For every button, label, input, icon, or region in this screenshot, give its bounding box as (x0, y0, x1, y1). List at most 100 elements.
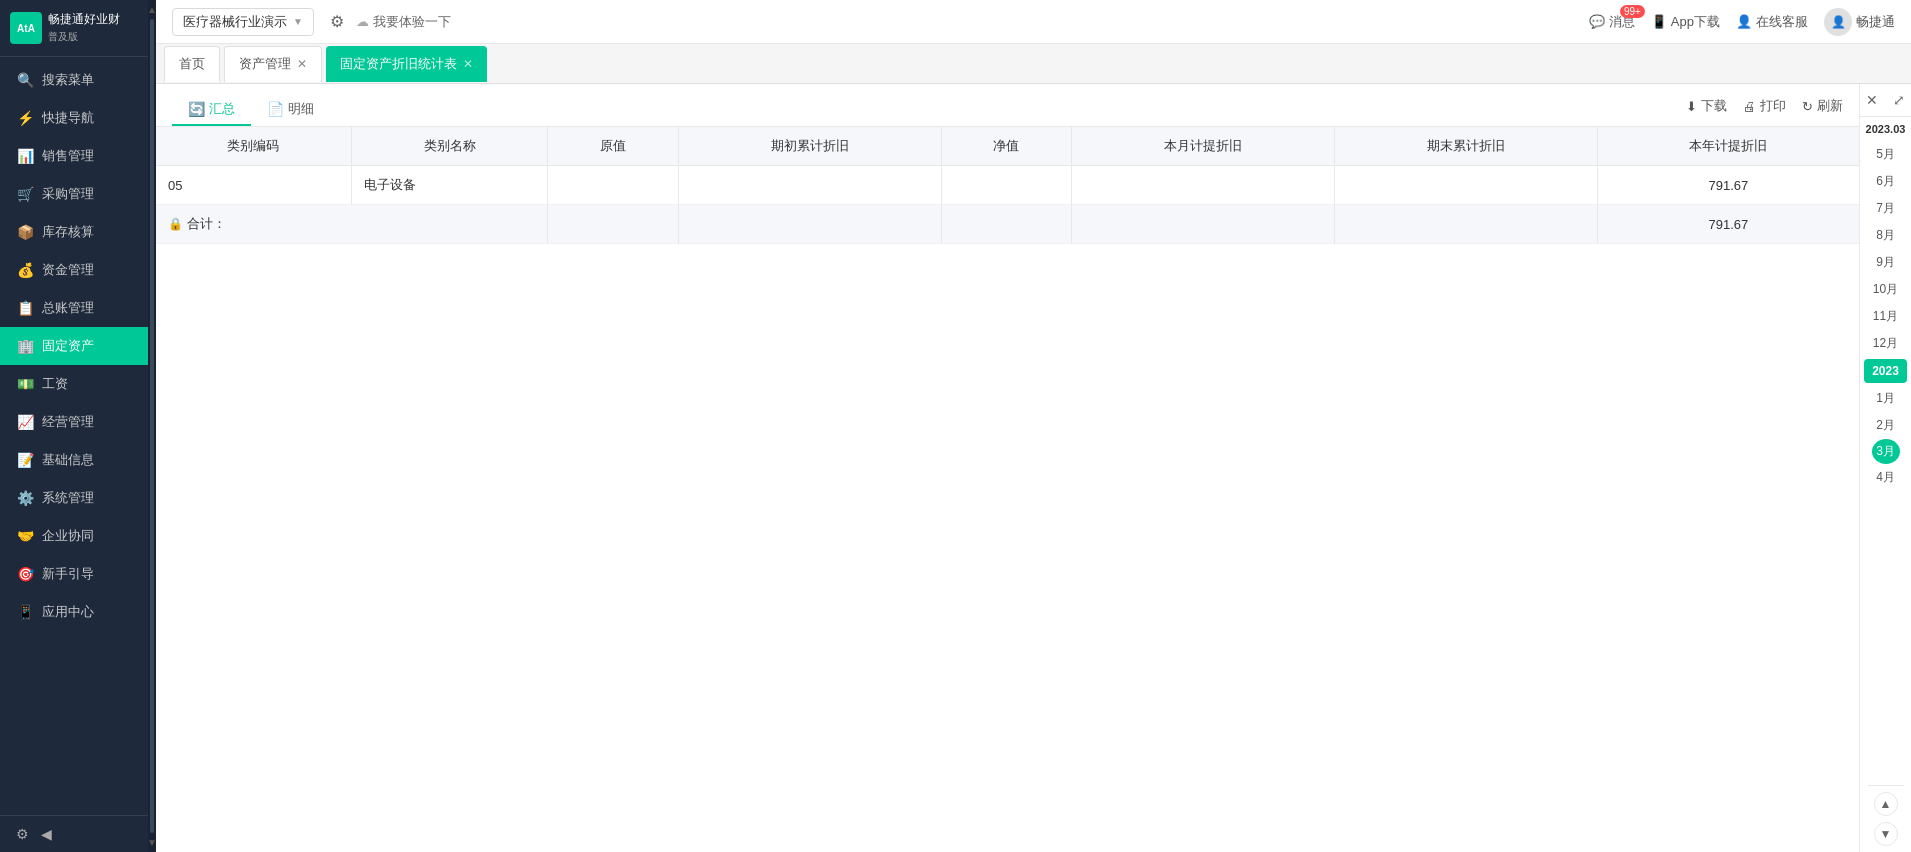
table-total-row: 🔒 合计： 791.67 (156, 205, 1859, 244)
total-net (941, 205, 1071, 244)
main: 医疗器械行业演示 ▼ ⚙ ☁ 我要体验一下 💬 消息 99+ 📱 App下载 👤… (156, 0, 1911, 852)
online-service-label: 在线客服 (1756, 13, 1808, 31)
total-opening-depr (678, 205, 941, 244)
sub-tab-summary-label: 汇总 (209, 100, 235, 118)
panel-close-icon[interactable]: ✕ (1866, 92, 1878, 108)
sidebar-item-basic-info[interactable]: 📝基础信息 (0, 441, 148, 479)
tab-depreciation[interactable]: 固定资产折旧统计表 ✕ (326, 46, 487, 82)
tab-assets-label: 资产管理 (239, 55, 291, 73)
topbar-right: 💬 消息 99+ 📱 App下载 👤 在线客服 👤 畅捷通 (1589, 8, 1895, 36)
total-annual-depr: 791.67 (1597, 205, 1859, 244)
month-list: 5月6月7月8月9月10月11月12月20231月2月3月4月 (1860, 141, 1911, 785)
sidebar-item-payroll[interactable]: 💵工资 (0, 365, 148, 403)
topbar: 医疗器械行业演示 ▼ ⚙ ☁ 我要体验一下 💬 消息 99+ 📱 App下载 👤… (156, 0, 1911, 44)
settings-icon[interactable]: ⚙ (330, 12, 344, 31)
tabs-bar: 首页 资产管理 ✕ 固定资产折旧统计表 ✕ (156, 44, 1911, 84)
nav-icon-purchase: 🛒 (16, 186, 34, 202)
experience-text: 我要体验一下 (373, 13, 451, 31)
nav-label-inventory: 库存核算 (42, 223, 94, 241)
nav-label-payroll: 工资 (42, 375, 68, 393)
sub-tab-summary[interactable]: 🔄 汇总 (172, 94, 251, 126)
sidebar-item-funds[interactable]: 💰资金管理 (0, 251, 148, 289)
panel-header: ✕ ⤢ (1860, 84, 1911, 117)
download-btn[interactable]: ⬇ 下载 (1686, 97, 1727, 115)
panel-circle-down[interactable]: ▼ (1874, 822, 1898, 846)
nav-label-sales: 销售管理 (42, 147, 94, 165)
month-item[interactable]: 11月 (1860, 303, 1911, 330)
nav-label-purchase: 采购管理 (42, 185, 94, 203)
sub-tabs: 🔄 汇总 📄 明细 ⬇ 下载 🖨 打印 (156, 84, 1859, 127)
nav-icon-app-center: 📱 (16, 604, 34, 620)
panel-expand-icon[interactable]: ⤢ (1893, 92, 1905, 108)
month-item[interactable]: 1月 (1860, 385, 1911, 412)
sidebar-bottom: ⚙ ◀ (0, 815, 148, 852)
message-icon: 💬 (1589, 14, 1605, 29)
summary-icon: 🔄 (188, 101, 205, 117)
table-row: 05 电子设备 791.67 (156, 166, 1859, 205)
sidebar-item-purchase[interactable]: 🛒 采购管理 (0, 175, 148, 213)
nav-label-quick-nav: 快捷导航 (42, 109, 94, 127)
company-name: 医疗器械行业演示 (183, 13, 287, 31)
total-label: 🔒 合计： (156, 205, 548, 244)
nav-icon-operations: 📈 (16, 414, 34, 430)
refresh-btn[interactable]: ↻ 刷新 (1802, 97, 1843, 115)
sidebar-item-operations[interactable]: 📈 经营管理 (0, 403, 148, 441)
user-btn[interactable]: 👤 畅捷通 (1824, 8, 1895, 36)
sidebar-item-search[interactable]: 🔍搜索菜单 (0, 61, 148, 99)
month-item[interactable]: 4月 (1860, 464, 1911, 491)
col-name: 类别名称 (351, 127, 548, 166)
month-item[interactable]: 7月 (1860, 195, 1911, 222)
tab-depreciation-close-icon[interactable]: ✕ (463, 57, 473, 71)
messages-btn[interactable]: 💬 消息 99+ (1589, 13, 1635, 31)
refresh-icon: ↻ (1802, 99, 1813, 114)
panel-circle-up[interactable]: ▲ (1874, 792, 1898, 816)
sidebar-item-sales[interactable]: 📊销售管理 (0, 137, 148, 175)
nav-icon-basic-info: 📝 (16, 452, 34, 468)
sidebar-item-fixed-assets[interactable]: 🏢固定资产 (0, 327, 148, 365)
sidebar-item-guide[interactable]: 🎯新手引导 (0, 555, 148, 593)
sidebar-item-app-center[interactable]: 📱应用中心 (0, 593, 148, 631)
panel-bottom: ▲ ▼ (1868, 785, 1904, 852)
col-closing-depr: 期末累计折旧 (1334, 127, 1597, 166)
table-container: 类别编码 类别名称 原值 期初累计折旧 净值 本月计提折旧 期末累计折旧 本年计… (156, 127, 1859, 852)
year-label[interactable]: 2023 (1864, 359, 1907, 383)
month-item[interactable]: 10月 (1860, 276, 1911, 303)
experience-btn[interactable]: ☁ 我要体验一下 (356, 13, 451, 31)
collapse-icon[interactable]: ◀ (41, 826, 52, 842)
settings-icon[interactable]: ⚙ (16, 826, 29, 842)
print-btn[interactable]: 🖨 打印 (1743, 97, 1786, 115)
sidebar-item-ledger[interactable]: 📋总账管理 (0, 289, 148, 327)
app-download-btn[interactable]: 📱 App下载 (1651, 13, 1720, 31)
sidebar-item-inventory[interactable]: 📦 库存核算 (0, 213, 148, 251)
nav-icon-system: ⚙️ (16, 490, 34, 506)
month-item[interactable]: 9月 (1860, 249, 1911, 276)
month-item[interactable]: 12月 (1860, 330, 1911, 357)
tab-assets-close-icon[interactable]: ✕ (297, 57, 307, 71)
sidebar-item-system[interactable]: ⚙️ 系统管理 (0, 479, 148, 517)
sidebar-item-quick-nav[interactable]: ⚡快捷导航 (0, 99, 148, 137)
month-item[interactable]: 8月 (1860, 222, 1911, 249)
month-item[interactable]: 6月 (1860, 168, 1911, 195)
nav-icon-enterprise: 🤝 (16, 528, 34, 544)
content: 🔄 汇总 📄 明细 ⬇ 下载 🖨 打印 (156, 84, 1911, 852)
total-original (548, 205, 678, 244)
month-item[interactable]: 2月 (1860, 412, 1911, 439)
detail-icon: 📄 (267, 101, 284, 117)
cell-code: 05 (156, 166, 351, 205)
sidebar-item-enterprise[interactable]: 🤝企业协同 (0, 517, 148, 555)
current-month-item[interactable]: 3月 (1872, 439, 1900, 464)
nav-icon-inventory: 📦 (16, 224, 34, 240)
cell-monthly-depr (1071, 166, 1334, 205)
download-icon: ⬇ (1686, 99, 1697, 114)
nav-icon-guide: 🎯 (16, 566, 34, 582)
nav-label-operations: 经营管理 (42, 413, 94, 431)
logo: AtA 畅捷通好业财 普及版 (0, 0, 148, 57)
tab-depreciation-label: 固定资产折旧统计表 (340, 55, 457, 73)
month-item[interactable]: 5月 (1860, 141, 1911, 168)
tab-assets-mgmt[interactable]: 资产管理 ✕ (224, 46, 322, 82)
nav-label-system: 系统管理 (42, 489, 94, 507)
sub-tab-detail[interactable]: 📄 明细 (251, 94, 330, 126)
company-selector[interactable]: 医疗器械行业演示 ▼ (172, 8, 314, 36)
tab-home[interactable]: 首页 (164, 46, 220, 82)
online-service-btn[interactable]: 👤 在线客服 (1736, 13, 1808, 31)
